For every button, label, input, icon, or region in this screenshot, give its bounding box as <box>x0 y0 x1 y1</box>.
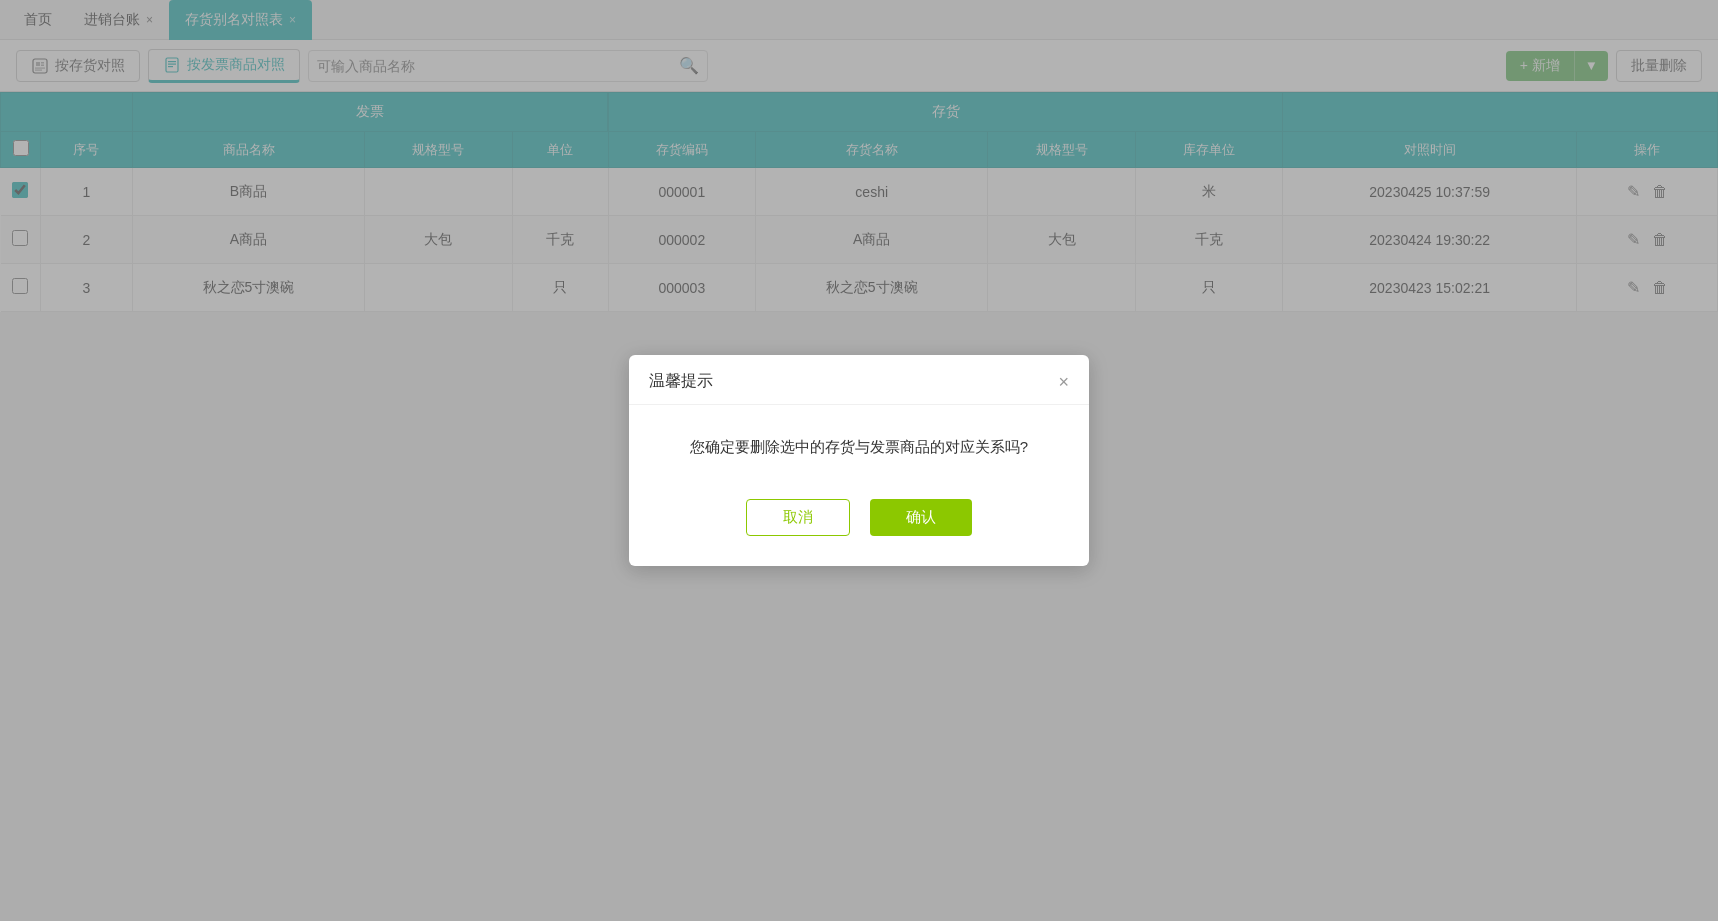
modal-overlay: 温馨提示 × 您确定要删除选中的存货与发票商品的对应关系吗? 取消 确认 <box>0 0 1718 312</box>
